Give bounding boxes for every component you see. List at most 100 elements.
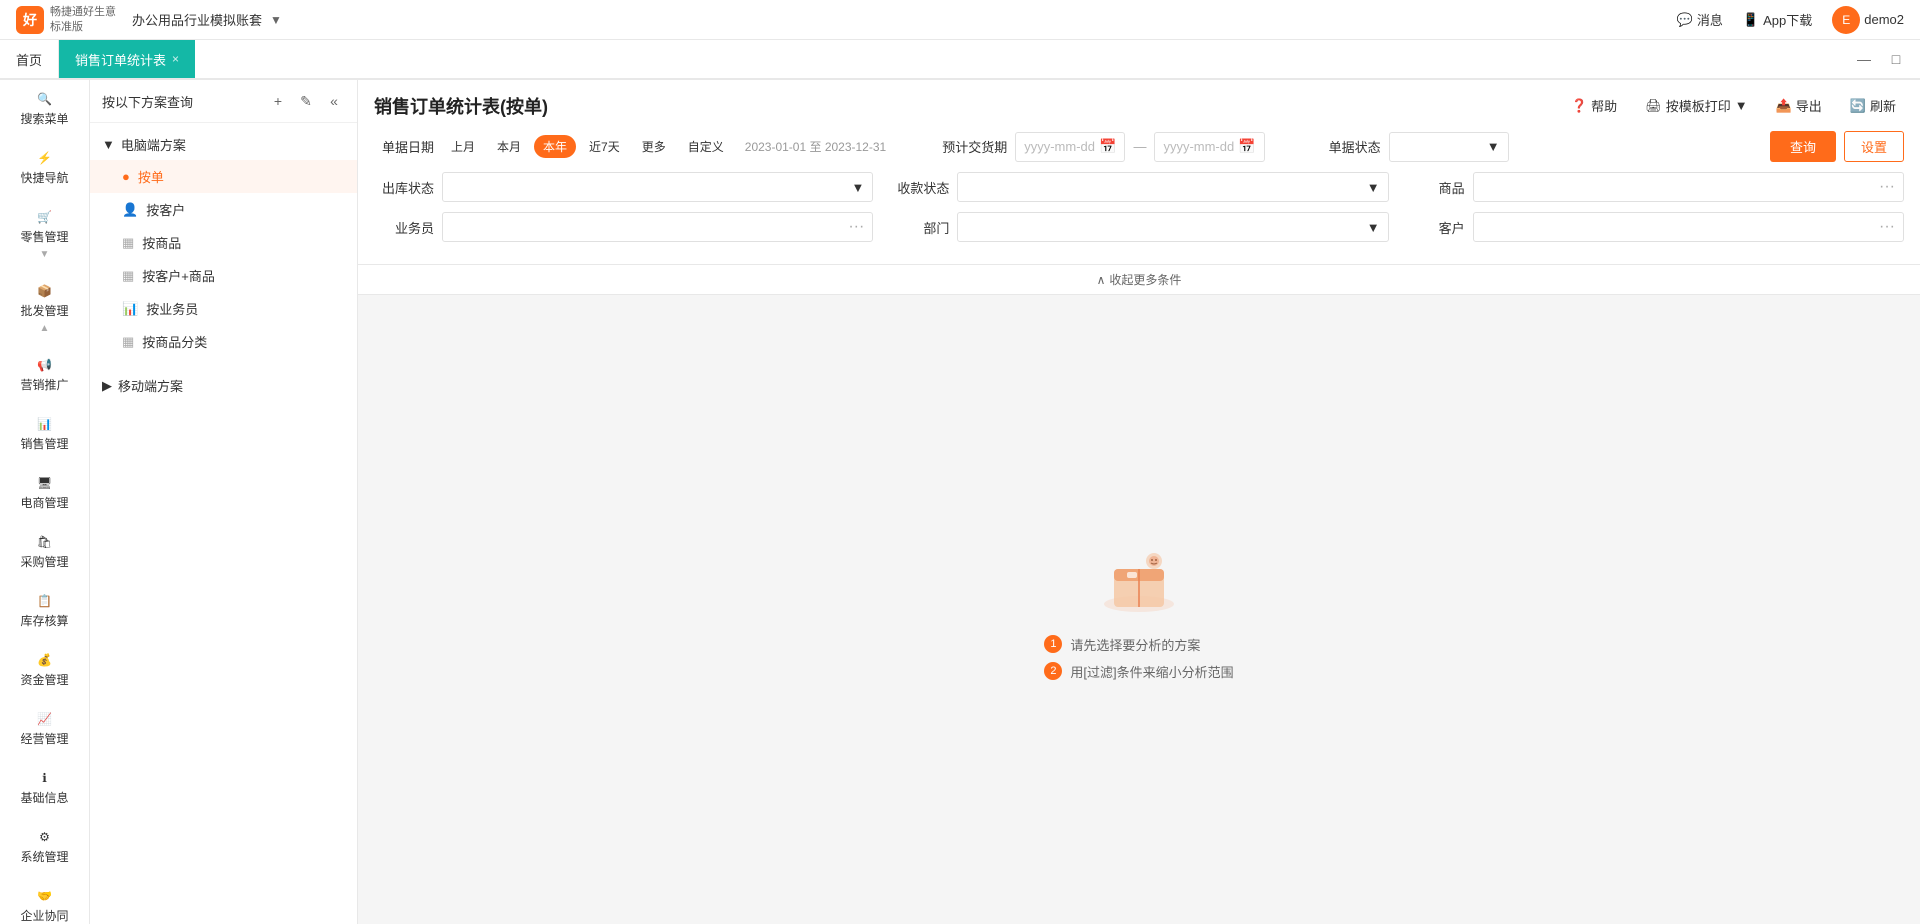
payment-status-select[interactable]: ▼ — [957, 172, 1388, 202]
scheme-group-mobile: ▶ 移动端方案 — [90, 364, 357, 407]
filter-customer: 客户 ··· — [1405, 212, 1904, 242]
scheme-order-icon: ● — [122, 169, 130, 184]
hint-item-2: 2 用[过滤]条件来缩小分析范围 — [1044, 662, 1233, 681]
user-menu[interactable]: E demo2 — [1832, 6, 1904, 34]
template-print-button[interactable]: 🖨 按模板打印 ▼ — [1637, 92, 1755, 119]
finance-icon: 💰 — [37, 653, 52, 667]
left-panel: 按以下方案查询 + ✎ « ▼ 电脑端方案 ● 按单 👤 按客户 — [90, 80, 358, 924]
scheme-item-by-goods[interactable]: ▦ 按商品 — [90, 226, 357, 259]
date-btn-last-month[interactable]: 上月 — [442, 135, 484, 158]
scheme-group-desktop: ▼ 电脑端方案 ● 按单 👤 按客户 ▦ 按商品 ▦ 按客户+商品 — [90, 123, 357, 364]
logo-text: 畅捷通好生意 标准版 — [50, 5, 116, 34]
purchase-icon: 🛍 — [37, 535, 52, 549]
filter-row-date: 单据日期 上月 本月 本年 近7天 更多 自定义 2023-01-01 至 20… — [374, 131, 1904, 162]
scheme-group-desktop-header[interactable]: ▼ 电脑端方案 — [90, 129, 357, 160]
help-button[interactable]: ❓ 帮助 — [1563, 92, 1625, 119]
dept-label: 部门 — [889, 218, 949, 237]
sidebar-item-quicknav[interactable]: ⚡ 快捷导航 — [0, 139, 89, 198]
ship-status-select[interactable]: ▼ — [442, 172, 873, 202]
collapse-text: ∧ 收起更多条件 — [1097, 271, 1182, 288]
scheme-goods-icon: ▦ — [122, 235, 134, 251]
bill-status-select[interactable]: ▼ — [1389, 132, 1509, 162]
scheme-item-by-category[interactable]: ▦ 按商品分类 — [90, 325, 357, 358]
message-button[interactable]: 💬 消息 — [1677, 10, 1723, 29]
scheme-item-by-order[interactable]: ● 按单 — [90, 160, 357, 193]
sidebar-item-inventory[interactable]: 📋 库存核算 — [0, 582, 89, 641]
date-btn-more[interactable]: 更多 — [633, 135, 675, 158]
sidebar-item-ecommerce[interactable]: 🖥 电商管理 — [0, 464, 89, 523]
salesman-select[interactable]: ··· — [442, 212, 873, 242]
sidebar-item-marketing[interactable]: 📢 营销推广 — [0, 346, 89, 405]
customer-select[interactable]: ··· — [1473, 212, 1904, 242]
filter-payment-status: 收款状态 ▼ — [889, 172, 1388, 202]
ship-arrow-icon: ▼ — [851, 180, 864, 195]
date-btn-custom[interactable]: 自定义 — [679, 135, 733, 158]
sidebar-item-finance[interactable]: 💰 资金管理 — [0, 641, 89, 700]
calendar-icon-2: 📅 — [1238, 138, 1255, 155]
topbar-left: 好 畅捷通好生意 标准版 办公用品行业模拟账套 ▼ — [16, 5, 282, 34]
date-separator: — — [1133, 139, 1146, 154]
scheme-item-by-salesman[interactable]: 📊 按业务员 — [90, 292, 357, 325]
sidebar-item-retail[interactable]: 🛒 零售管理 ▼ — [0, 198, 89, 272]
app-download-button[interactable]: 📱 App下载 — [1743, 10, 1812, 29]
base-icon: ℹ — [42, 771, 47, 785]
export-button[interactable]: 📤 导出 — [1768, 92, 1830, 119]
add-scheme-button[interactable]: + — [267, 90, 289, 112]
date-btn-this-month[interactable]: 本月 — [488, 135, 530, 158]
date-btn-this-year[interactable]: 本年 — [534, 135, 576, 158]
expected-date-from[interactable]: yyyy-mm-dd 📅 — [1015, 132, 1125, 162]
sidebar-item-sales[interactable]: 📊 销售管理 — [0, 405, 89, 464]
filter-bill-status-item: 单据状态 ▼ — [1321, 132, 1509, 162]
date-btn-7days[interactable]: 近7天 — [580, 135, 629, 158]
page-title-bar: 销售订单统计表(按单) ❓ 帮助 🖨 按模板打印 ▼ 📤 导出 — [358, 80, 1920, 119]
search-button[interactable]: 查询 — [1770, 131, 1836, 162]
collapse-bar[interactable]: ∧ 收起更多条件 — [358, 265, 1920, 295]
hint-item-1: 1 请先选择要分析的方案 — [1044, 635, 1233, 654]
sidebar-item-search[interactable]: 🔍 搜索菜单 — [0, 80, 89, 139]
hint-num-2: 2 — [1044, 662, 1062, 680]
wholesale-icon: 📦 — [37, 284, 52, 298]
customer-label: 客户 — [1405, 218, 1465, 237]
scheme-group-mobile-header[interactable]: ▶ 移动端方案 — [90, 370, 357, 401]
main-layout: 🔍 搜索菜单 ⚡ 快捷导航 🛒 零售管理 ▼ 📦 批发管理 ▲ 📢 营销推广 📊… — [0, 80, 1920, 924]
salesman-label: 业务员 — [374, 218, 434, 237]
tab-close-icon[interactable]: × — [172, 52, 179, 66]
scheme-item-by-customer-goods[interactable]: ▦ 按客户+商品 — [90, 259, 357, 292]
customer-more-icon[interactable]: ··· — [1879, 218, 1895, 236]
dept-select[interactable]: ▼ — [957, 212, 1388, 242]
scheme-item-by-customer[interactable]: 👤 按客户 — [90, 193, 357, 226]
sidebar-item-base[interactable]: ℹ 基础信息 — [0, 759, 89, 818]
goods-select[interactable]: ··· — [1473, 172, 1904, 202]
right-area: 销售订单统计表(按单) ❓ 帮助 🖨 按模板打印 ▼ 📤 导出 — [358, 80, 1920, 924]
date-label: 单据日期 — [374, 137, 434, 156]
sidebar-item-wholesale[interactable]: 📦 批发管理 ▲ — [0, 272, 89, 346]
goods-more-icon[interactable]: ··· — [1879, 178, 1895, 196]
collapse-arrow-icon: ∧ — [1097, 273, 1106, 287]
minimize-button[interactable]: — — [1852, 47, 1876, 71]
date-btn-group: 上月 本月 本年 近7天 更多 自定义 — [442, 135, 733, 158]
ship-status-label: 出库状态 — [374, 178, 434, 197]
tab-active[interactable]: 销售订单统计表 × — [59, 40, 195, 78]
tabbar-actions: — □ — [1852, 47, 1920, 71]
logo-area: 好 畅捷通好生意 标准版 — [16, 5, 116, 34]
refresh-button[interactable]: 🔄 刷新 — [1842, 92, 1904, 119]
calendar-icon-1: 📅 — [1099, 138, 1116, 155]
date-range-text: 2023-01-01 至 2023-12-31 — [745, 138, 886, 155]
avatar: E — [1832, 6, 1860, 34]
maximize-button[interactable]: □ — [1884, 47, 1908, 71]
tabbar: 首页 销售订单统计表 × — □ — [0, 40, 1920, 80]
expected-date-to[interactable]: yyyy-mm-dd 📅 — [1154, 132, 1264, 162]
sales-icon: 📊 — [37, 417, 52, 431]
salesman-more-icon[interactable]: ··· — [848, 218, 864, 236]
collapse-panel-button[interactable]: « — [323, 90, 345, 112]
setting-button[interactable]: 设置 — [1844, 131, 1904, 162]
sidebar-item-collab[interactable]: 🤝 企业协同 — [0, 877, 89, 924]
sidebar-item-purchase[interactable]: 🛍 采购管理 — [0, 523, 89, 582]
topbar-dropdown[interactable]: ▼ — [270, 13, 282, 27]
topbar-title: 办公用品行业模拟账套 — [132, 10, 262, 29]
tab-home[interactable]: 首页 — [0, 40, 59, 78]
edit-scheme-button[interactable]: ✎ — [295, 90, 317, 112]
sidebar-item-management[interactable]: 📈 经营管理 — [0, 700, 89, 759]
action-buttons: 查询 设置 — [1770, 131, 1904, 162]
sidebar-item-system[interactable]: ⚙ 系统管理 — [0, 818, 89, 877]
